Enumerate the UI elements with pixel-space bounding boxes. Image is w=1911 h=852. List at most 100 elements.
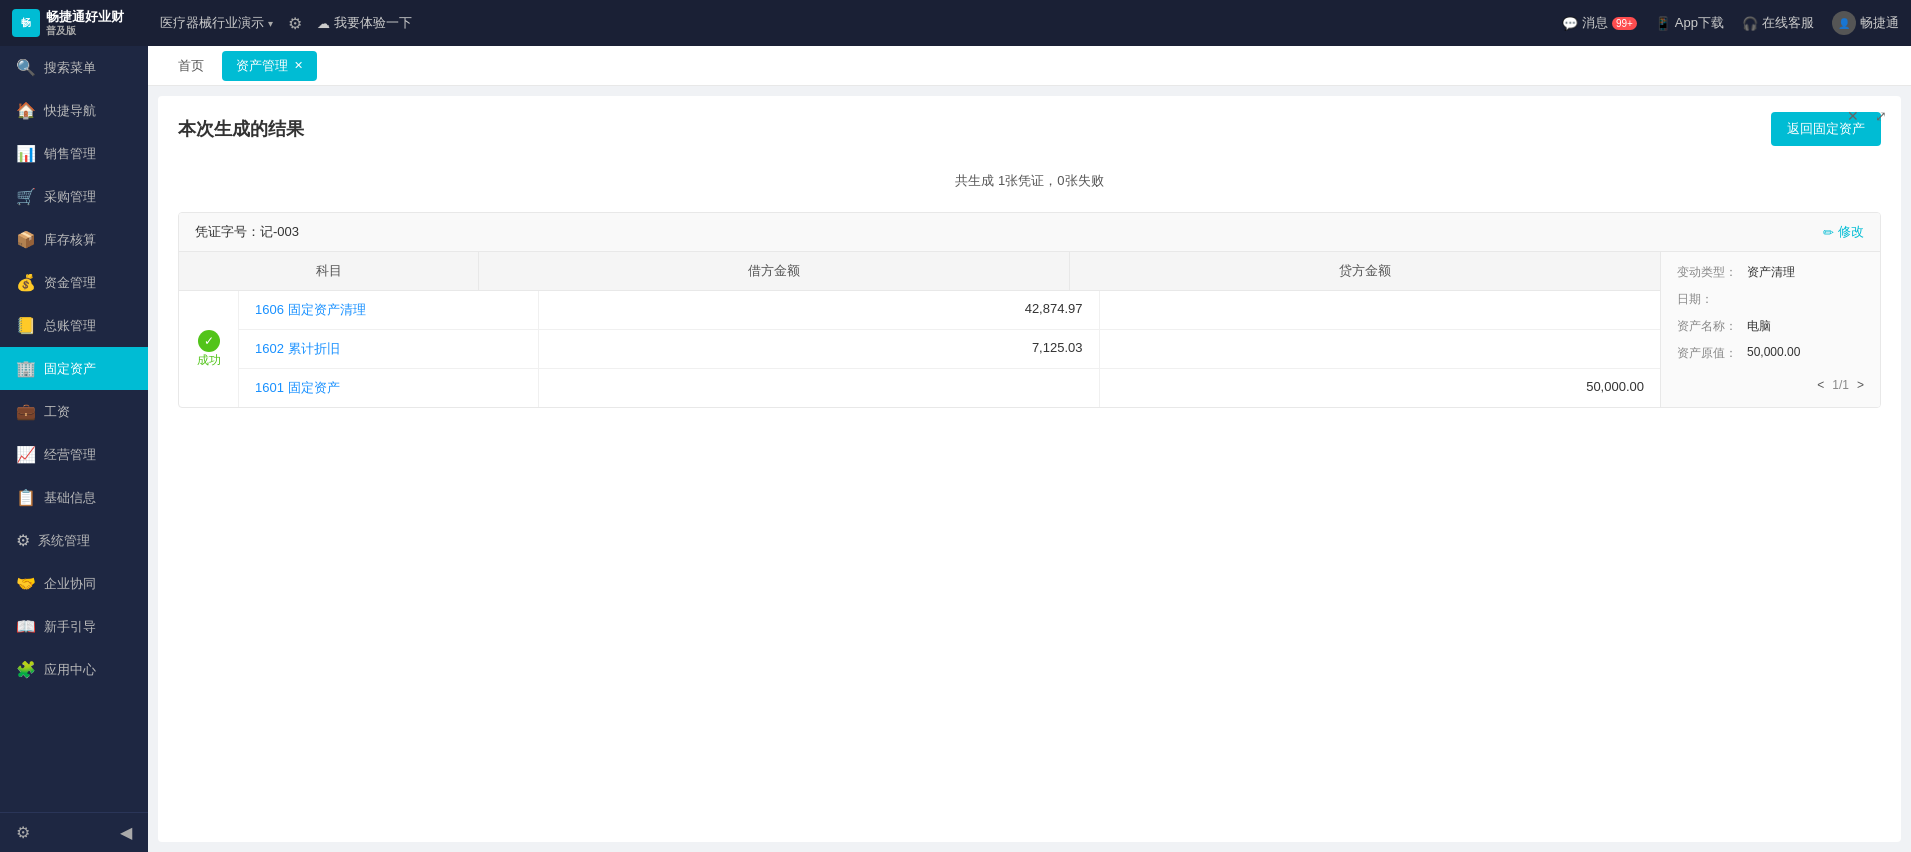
page-header: 本次生成的结果 返回固定资产 bbox=[178, 112, 1881, 146]
sidebar-item-fund[interactable]: 💰 资金管理 bbox=[0, 261, 148, 304]
sidebar-item-label: 总账管理 bbox=[44, 317, 96, 335]
sidebar-item-label: 采购管理 bbox=[44, 188, 96, 206]
trial-button[interactable]: ☁ 我要体验一下 bbox=[317, 14, 412, 32]
avatar: 👤 bbox=[1832, 11, 1856, 35]
th-subject: 科目 bbox=[179, 252, 479, 290]
tab-asset-mgmt[interactable]: 资产管理 ✕ bbox=[222, 51, 317, 81]
sidebar-item-inventory[interactable]: 📦 库存核算 bbox=[0, 218, 148, 261]
sidebar-item-apps[interactable]: 🧩 应用中心 bbox=[0, 648, 148, 691]
gear-icon: ⚙ bbox=[16, 531, 30, 550]
app-download-button[interactable]: 📱 App下载 bbox=[1655, 14, 1724, 32]
sidebar-item-basic-info[interactable]: 📋 基础信息 bbox=[0, 476, 148, 519]
tab-home-label: 首页 bbox=[178, 57, 204, 75]
content-area: 首页 资产管理 ✕ ✕ ⤢ 本次生成的结果 返回固定资产 共生成 1张凭证，0张… bbox=[148, 46, 1911, 852]
logo-sub: 普及版 bbox=[46, 25, 124, 37]
sidebar-item-sales[interactable]: 📊 销售管理 bbox=[0, 132, 148, 175]
sidebar-item-search-menu[interactable]: 🔍 搜索菜单 bbox=[0, 46, 148, 89]
sidebar-item-label: 系统管理 bbox=[38, 532, 90, 550]
briefcase-icon: 💼 bbox=[16, 402, 36, 421]
company-selector[interactable]: 医疗器械行业演示 ▾ bbox=[160, 14, 273, 32]
sidebar-scroll: 🔍 搜索菜单 🏠 快捷导航 📊 销售管理 🛒 采购管理 📦 库存核算 💰 bbox=[0, 46, 148, 812]
asset-value-row: 资产原值： 50,000.00 bbox=[1677, 345, 1864, 362]
sidebar-item-label: 企业协同 bbox=[44, 575, 96, 593]
asset-value-value: 50,000.00 bbox=[1747, 345, 1800, 359]
cart-icon: 🛒 bbox=[16, 187, 36, 206]
th-debit: 借方金额 bbox=[479, 252, 1070, 290]
td-debit-2: 7,125.03 bbox=[539, 330, 1100, 368]
td-debit-1: 42,874.97 bbox=[539, 291, 1100, 329]
asset-name-row: 资产名称： 电脑 bbox=[1677, 318, 1864, 335]
messages-button[interactable]: 💬 消息 99+ bbox=[1562, 14, 1637, 32]
company-name: 医疗器械行业演示 bbox=[160, 14, 264, 32]
sidebar-item-label: 资金管理 bbox=[44, 274, 96, 292]
sidebar-item-label: 库存核算 bbox=[44, 231, 96, 249]
change-type-row: 变动类型： 资产清理 bbox=[1677, 264, 1864, 281]
apps-icon: 🧩 bbox=[16, 660, 36, 679]
top-header: 畅 畅捷通好业财 普及版 医疗器械行业演示 ▾ ⚙ ☁ 我要体验一下 💬 消息 … bbox=[0, 0, 1911, 46]
edit-icon: ✏ bbox=[1823, 225, 1834, 240]
username: 畅捷通 bbox=[1860, 14, 1899, 32]
chart-icon: 📊 bbox=[16, 144, 36, 163]
sidebar-item-label: 经营管理 bbox=[44, 446, 96, 464]
sidebar-item-quick-nav[interactable]: 🏠 快捷导航 bbox=[0, 89, 148, 132]
operations-icon: 📈 bbox=[16, 445, 36, 464]
td-debit-3 bbox=[539, 369, 1100, 407]
sidebar-item-label: 固定资产 bbox=[44, 360, 96, 378]
voucher-header: 凭证字号：记-003 ✏ 修改 bbox=[179, 213, 1880, 252]
sidebar-item-purchase[interactable]: 🛒 采购管理 bbox=[0, 175, 148, 218]
building-icon: 🏢 bbox=[16, 359, 36, 378]
close-panel-button[interactable]: ✕ bbox=[1841, 104, 1865, 128]
table-row-1-wrapper: ✓ 成功 1606 固定资产清理 42,874.97 bbox=[179, 291, 1660, 407]
expand-panel-button[interactable]: ⤢ bbox=[1869, 104, 1893, 128]
header-right: 💬 消息 99+ 📱 App下载 🎧 在线客服 👤 畅捷通 bbox=[1562, 11, 1899, 35]
box-icon: 📦 bbox=[16, 230, 36, 249]
sidebar-item-cooperation[interactable]: 🤝 企业协同 bbox=[0, 562, 148, 605]
chevron-down-icon: ▾ bbox=[268, 18, 273, 29]
tab-bar: 首页 资产管理 ✕ bbox=[148, 46, 1911, 86]
change-type-label: 变动类型： bbox=[1677, 264, 1747, 281]
sidebar-item-operations[interactable]: 📈 经营管理 bbox=[0, 433, 148, 476]
online-service-button[interactable]: 🎧 在线客服 bbox=[1742, 14, 1814, 32]
asset-name-value: 电脑 bbox=[1747, 318, 1771, 335]
settings-icon[interactable]: ⚙ bbox=[281, 9, 309, 37]
logo-area: 畅 畅捷通好业财 普及版 bbox=[12, 9, 160, 37]
headset-icon: 🎧 bbox=[1742, 16, 1758, 31]
sidebar: 🔍 搜索菜单 🏠 快捷导航 📊 销售管理 🛒 采购管理 📦 库存核算 💰 bbox=[0, 46, 148, 852]
prev-page-button[interactable]: < bbox=[1817, 378, 1824, 392]
sidebar-item-label: 搜索菜单 bbox=[44, 59, 96, 77]
tab-home[interactable]: 首页 bbox=[164, 51, 218, 81]
pagination: < 1/1 > bbox=[1677, 378, 1864, 392]
td-credit-2 bbox=[1100, 330, 1661, 368]
user-menu[interactable]: 👤 畅捷通 bbox=[1832, 11, 1899, 35]
sidebar-item-fixed-assets[interactable]: 🏢 固定资产 bbox=[0, 347, 148, 390]
sidebar-item-system[interactable]: ⚙ 系统管理 bbox=[0, 519, 148, 562]
td-subject-2: 1602 累计折旧 bbox=[239, 330, 539, 368]
message-icon: 💬 bbox=[1562, 16, 1578, 31]
next-page-button[interactable]: > bbox=[1857, 378, 1864, 392]
data-rows-col: 1606 固定资产清理 42,874.97 1602 累计折旧 7,125.03 bbox=[239, 291, 1660, 407]
th-credit: 贷方金额 bbox=[1070, 252, 1661, 290]
home-icon: 🏠 bbox=[16, 101, 36, 120]
message-badge: 99+ bbox=[1612, 17, 1637, 30]
asset-name-label: 资产名称： bbox=[1677, 318, 1747, 335]
change-type-value: 资产清理 bbox=[1747, 264, 1795, 281]
logo-title: 畅捷通好业财 bbox=[46, 9, 124, 25]
voucher-table: 科目 借方金额 贷方金额 bbox=[179, 252, 1660, 407]
sidebar-item-guide[interactable]: 📖 新手引导 bbox=[0, 605, 148, 648]
sidebar-item-ledger[interactable]: 📒 总账管理 bbox=[0, 304, 148, 347]
td-credit-1 bbox=[1100, 291, 1661, 329]
collapse-icon[interactable]: ◀ bbox=[120, 823, 132, 842]
sidebar-item-label: 工资 bbox=[44, 403, 70, 421]
tab-close-icon[interactable]: ✕ bbox=[294, 59, 303, 72]
page-content: ✕ ⤢ 本次生成的结果 返回固定资产 共生成 1张凭证，0张失败 凭证字号：记-… bbox=[158, 96, 1901, 842]
handshake-icon: 🤝 bbox=[16, 574, 36, 593]
logo-text: 畅捷通好业财 普及版 bbox=[46, 9, 124, 37]
settings-bottom-icon[interactable]: ⚙ bbox=[16, 823, 30, 842]
sidebar-item-label: 快捷导航 bbox=[44, 102, 96, 120]
date-label: 日期： bbox=[1677, 291, 1747, 308]
right-controls: ✕ ⤢ bbox=[1841, 104, 1893, 128]
edit-button[interactable]: ✏ 修改 bbox=[1823, 223, 1864, 241]
page-info: 1/1 bbox=[1832, 378, 1849, 392]
sidebar-item-label: 应用中心 bbox=[44, 661, 96, 679]
sidebar-item-payroll[interactable]: 💼 工资 bbox=[0, 390, 148, 433]
